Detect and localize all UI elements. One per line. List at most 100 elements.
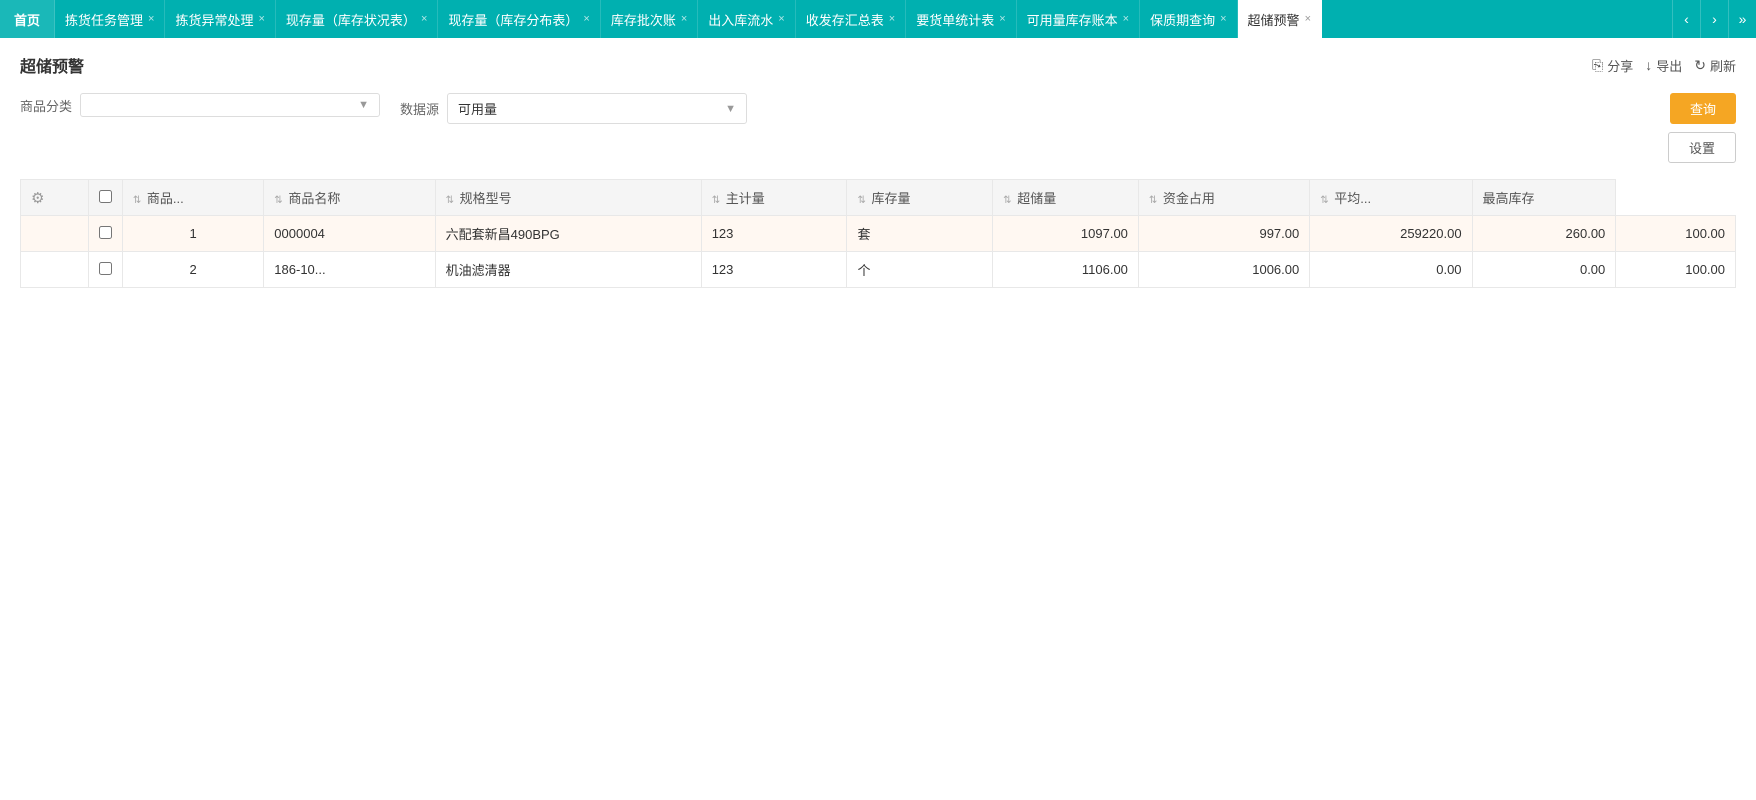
export-button[interactable]: ↓ 导出	[1645, 56, 1682, 75]
nav-tab-4[interactable]: 现存量（库存分布表） ×	[438, 0, 600, 38]
col-product-code[interactable]: ⇅ 商品...	[122, 180, 263, 216]
sort-icon-stock: ⇅	[857, 195, 865, 206]
select-all-checkbox[interactable]	[99, 190, 112, 203]
row-product-code-0: 0000004	[264, 216, 435, 252]
col-over-stock[interactable]: ⇅ 超储量	[993, 180, 1139, 216]
row-settings-1[interactable]	[21, 252, 89, 288]
close-tab-3[interactable]: ×	[421, 13, 427, 25]
table-row: 1 0000004 六配套新昌490BPG 123 套 1097.00 997.…	[21, 216, 1736, 252]
row-avg-1: 0.00	[1472, 252, 1616, 288]
nav-next-btn[interactable]: ›	[1700, 0, 1728, 38]
sort-icon-code: ⇅	[133, 195, 141, 206]
close-tab-11[interactable]: ×	[1305, 13, 1311, 25]
col-product-name[interactable]: ⇅ 商品名称	[264, 180, 435, 216]
sort-icon-over: ⇅	[1003, 195, 1011, 206]
sort-icon-unit: ⇅	[712, 195, 720, 206]
close-tab-6[interactable]: ×	[778, 13, 784, 25]
close-tab-8[interactable]: ×	[999, 13, 1005, 25]
sort-icon-name: ⇅	[274, 195, 282, 206]
sort-icon-avg: ⇅	[1320, 195, 1328, 206]
nav-tab-10[interactable]: 保质期查询 ×	[1140, 0, 1237, 38]
nav-tab-7[interactable]: 收发存汇总表 ×	[796, 0, 906, 38]
datasource-value: 可用量	[458, 99, 497, 118]
col-max-stock[interactable]: 最高库存	[1472, 180, 1616, 216]
gear-icon[interactable]: ⚙	[31, 190, 44, 207]
setting-button[interactable]: 设置	[1668, 132, 1736, 163]
row-max-stock-0: 100.00	[1616, 216, 1736, 252]
table-header-row: ⚙ ⇅ 商品... ⇅ 商品名称 ⇅ 规格型号 ⇅	[21, 180, 1736, 216]
col-capital[interactable]: ⇅ 资金占用	[1138, 180, 1309, 216]
row-check-1[interactable]	[99, 262, 112, 275]
col-checkbox[interactable]	[88, 180, 122, 216]
page-title: 超储预警	[20, 53, 84, 77]
table-row: 2 186-10... 机油滤清器 123 个 1106.00 1006.00 …	[21, 252, 1736, 288]
datasource-filter: 数据源 可用量 ▼	[400, 93, 747, 124]
data-table: ⚙ ⇅ 商品... ⇅ 商品名称 ⇅ 规格型号 ⇅	[20, 179, 1736, 288]
nav-arrows: ‹ › »	[1672, 0, 1756, 38]
row-num-1: 2	[122, 252, 263, 288]
row-checkbox-1[interactable]	[88, 252, 122, 288]
nav-tab-11[interactable]: 超储预警 ×	[1238, 0, 1322, 38]
share-button[interactable]: ⎘ 分享	[1592, 56, 1633, 75]
nav-tab-5[interactable]: 库存批次账 ×	[601, 0, 698, 38]
row-settings-0[interactable]	[21, 216, 89, 252]
col-stock[interactable]: ⇅ 库存量	[847, 180, 993, 216]
row-capital-0: 259220.00	[1310, 216, 1472, 252]
export-icon: ↓	[1645, 57, 1652, 73]
header-actions: ⎘ 分享 ↓ 导出 ↻ 刷新	[1592, 56, 1736, 75]
nav-prev-btn[interactable]: ‹	[1672, 0, 1700, 38]
datasource-label: 数据源	[400, 99, 439, 118]
top-nav: 首页 拣货任务管理 × 拣货异常处理 × 现存量（库存状况表） × 现存量（库存…	[0, 0, 1756, 38]
nav-tab-3[interactable]: 现存量（库存状况表） ×	[276, 0, 438, 38]
sort-icon-capital: ⇅	[1149, 195, 1157, 206]
filter-container: 商品分类 ▼ 数据源 可用量 ▼ 查询 设置	[20, 93, 1736, 163]
nav-home[interactable]: 首页	[0, 0, 55, 38]
nav-expand-btn[interactable]: »	[1728, 0, 1756, 38]
row-product-name-0: 六配套新昌490BPG	[435, 216, 701, 252]
nav-tab-2[interactable]: 拣货异常处理 ×	[165, 0, 275, 38]
commodity-label: 商品分类	[20, 96, 72, 115]
close-tab-2[interactable]: ×	[258, 13, 264, 25]
row-checkbox-0[interactable]	[88, 216, 122, 252]
close-tab-10[interactable]: ×	[1220, 13, 1226, 25]
close-tab-7[interactable]: ×	[889, 13, 895, 25]
row-avg-0: 260.00	[1472, 216, 1616, 252]
col-settings[interactable]: ⚙	[21, 180, 89, 216]
row-capital-1: 0.00	[1310, 252, 1472, 288]
page-header: 超储预警 ⎘ 分享 ↓ 导出 ↻ 刷新	[20, 53, 1736, 77]
row-over-stock-0: 997.00	[1138, 216, 1309, 252]
nav-tab-8[interactable]: 要货单统计表 ×	[906, 0, 1016, 38]
row-stock-1: 1106.00	[993, 252, 1139, 288]
close-tab-9[interactable]: ×	[1123, 13, 1129, 25]
commodity-chevron: ▼	[358, 99, 369, 111]
col-unit[interactable]: ⇅ 主计量	[701, 180, 847, 216]
refresh-icon: ↻	[1694, 57, 1706, 74]
row-max-stock-1: 100.00	[1616, 252, 1736, 288]
refresh-button[interactable]: ↻ 刷新	[1694, 56, 1736, 75]
close-tab-4[interactable]: ×	[583, 13, 589, 25]
row-num-0: 1	[122, 216, 263, 252]
close-tab-1[interactable]: ×	[148, 13, 154, 25]
row-check-0[interactable]	[99, 226, 112, 239]
nav-tab-1[interactable]: 拣货任务管理 ×	[55, 0, 165, 38]
query-button[interactable]: 查询	[1670, 93, 1736, 124]
sort-icon-spec: ⇅	[446, 195, 454, 206]
page-content: 超储预警 ⎘ 分享 ↓ 导出 ↻ 刷新 商品分类 ▼ 数据源	[0, 38, 1756, 800]
commodity-filter: 商品分类 ▼	[20, 93, 380, 117]
row-spec-0: 123	[701, 216, 847, 252]
nav-tab-9[interactable]: 可用量库存账本 ×	[1017, 0, 1140, 38]
nav-tab-6[interactable]: 出入库流水 ×	[698, 0, 795, 38]
row-product-name-1: 机油滤清器	[435, 252, 701, 288]
close-tab-5[interactable]: ×	[681, 13, 687, 25]
datasource-chevron: ▼	[725, 103, 736, 115]
row-stock-0: 1097.00	[993, 216, 1139, 252]
col-avg[interactable]: ⇅ 平均...	[1310, 180, 1472, 216]
col-spec[interactable]: ⇅ 规格型号	[435, 180, 701, 216]
row-unit-1: 个	[847, 252, 993, 288]
row-product-code-1: 186-10...	[264, 252, 435, 288]
action-buttons: 查询 设置	[1668, 93, 1736, 163]
commodity-select[interactable]: ▼	[80, 93, 380, 117]
datasource-select[interactable]: 可用量 ▼	[447, 93, 747, 124]
row-over-stock-1: 1006.00	[1138, 252, 1309, 288]
row-unit-0: 套	[847, 216, 993, 252]
